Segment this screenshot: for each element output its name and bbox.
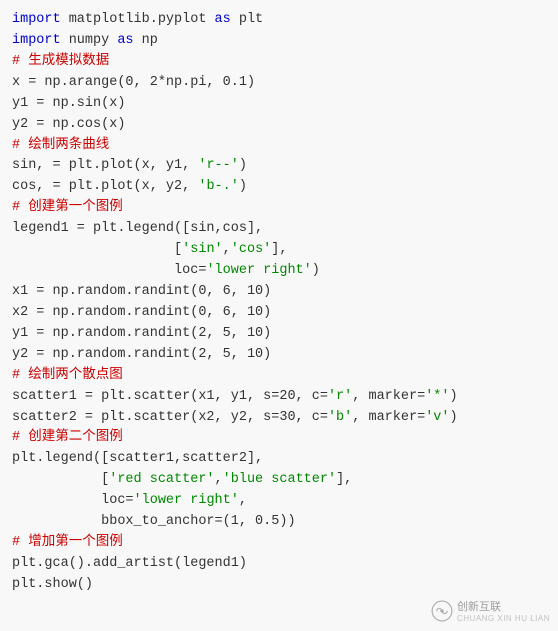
code-line: x2 = np.random.randint(0, 6, 10) [12,303,546,324]
code-line: # 创建第一个图例 [12,198,546,219]
code-line: scatter2 = plt.scatter(x2, y2, s=30, c='… [12,408,546,429]
code-line: loc='lower right', [12,491,546,512]
code-line: y1 = np.random.randint(2, 5, 10) [12,324,546,345]
code-line: y1 = np.sin(x) [12,94,546,115]
code-line: ['red scatter','blue scatter'], [12,470,546,491]
code-container: import matplotlib.pyplot as pltimport nu… [0,0,558,631]
code-line: ['sin','cos'], [12,240,546,261]
code-line: plt.gca().add_artist(legend1) [12,554,546,575]
code-line: import numpy as np [12,31,546,52]
code-line: scatter1 = plt.scatter(x1, y1, s=20, c='… [12,387,546,408]
watermark-text: 创新互联 CHUANG XIN HU LIAN [457,598,550,623]
code-line: # 绘制两条曲线 [12,136,546,157]
code-line: y2 = np.cos(x) [12,115,546,136]
code-line: plt.show() [12,575,546,596]
code-line: legend1 = plt.legend([sin,cos], [12,219,546,240]
code-line: cos, = plt.plot(x, y2, 'b-.') [12,177,546,198]
code-line: bbox_to_anchor=(1, 0.5)) [12,512,546,533]
code-line: # 生成模拟数据 [12,52,546,73]
code-line: loc='lower right') [12,261,546,282]
code-line: # 创建第二个图例 [12,428,546,449]
watermark-logo-icon [431,600,453,622]
code-line: y2 = np.random.randint(2, 5, 10) [12,345,546,366]
code-line: # 增加第一个图例 [12,533,546,554]
code-line: import matplotlib.pyplot as plt [12,10,546,31]
code-block: import matplotlib.pyplot as pltimport nu… [12,10,546,596]
code-line: x1 = np.random.randint(0, 6, 10) [12,282,546,303]
code-line: # 绘制两个散点图 [12,366,546,387]
code-line: sin, = plt.plot(x, y1, 'r--') [12,156,546,177]
code-line: plt.legend([scatter1,scatter2], [12,449,546,470]
watermark: 创新互联 CHUANG XIN HU LIAN [431,598,550,623]
code-line: x = np.arange(0, 2*np.pi, 0.1) [12,73,546,94]
